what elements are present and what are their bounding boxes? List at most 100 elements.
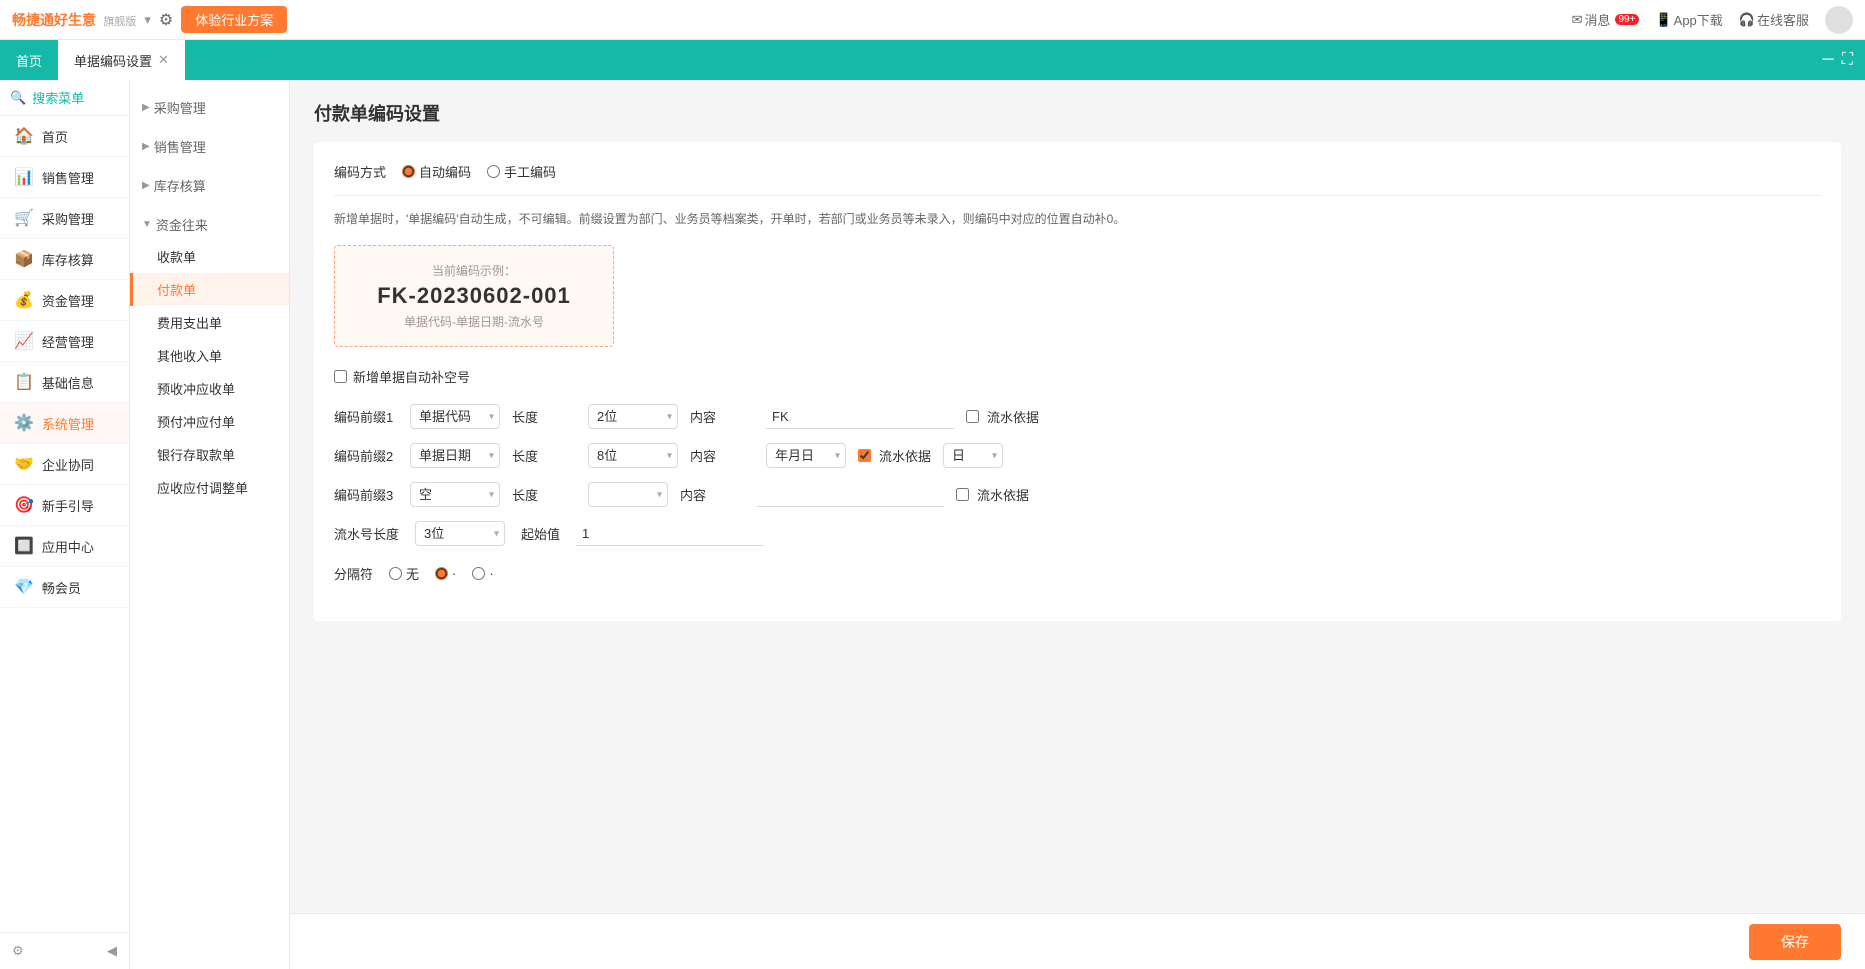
code-preview-label: 当前编码示例：: [359, 262, 589, 279]
sidebar-item-member[interactable]: 💎 畅会员: [0, 567, 129, 608]
sidebar-item-sales[interactable]: 📊 销售管理: [0, 157, 129, 198]
sidebar: 🔍 搜索菜单 🏠 首页 📊 销售管理 🛒 采购管理 📦 库存核算 💰 资金管理 …: [0, 80, 130, 969]
subnav-group-inventory: ▶ 库存核算: [130, 166, 289, 205]
sidebar-settings-icon[interactable]: ⚙: [12, 943, 24, 959]
chevron-right-icon: ▶: [142, 102, 150, 113]
prefix1-content-input[interactable]: [766, 405, 954, 429]
subnav-item-bank[interactable]: 银行存取款单: [130, 438, 289, 471]
info-text: 新增单据时，'单据编码'自动生成，不可编辑。前缀设置为部门、业务员等档案类，开单…: [334, 210, 1821, 229]
serial-length-select[interactable]: 3位: [415, 521, 505, 546]
subnav-item-payment[interactable]: 付款单: [130, 273, 289, 306]
subnav-item-other-income[interactable]: 其他收入单: [130, 339, 289, 372]
code-preview-box: 当前编码示例： FK-20230602-001 单据代码-单据日期-流水号: [334, 245, 614, 347]
prefix3-content-input[interactable]: [756, 483, 944, 507]
sidebar-item-finance[interactable]: 💰 资金管理: [0, 280, 129, 321]
online-service-link[interactable]: 🎧 在线客服: [1739, 10, 1809, 29]
prefix3-select-wrapper: 空: [410, 482, 500, 507]
prefix2-select[interactable]: 单据日期: [410, 443, 500, 468]
top-bar: 畅捷通好生意 旗舰版 ▾ ⚙ 体验行业方案 ✉ 消息 99+ 📱 App下载 🎧…: [0, 0, 1865, 40]
home-icon: 🏠: [14, 126, 34, 146]
sidebar-item-operations[interactable]: 📈 经营管理: [0, 321, 129, 362]
prefix2-content-label: 内容: [690, 446, 754, 465]
chevron-right-icon: ▶: [142, 141, 150, 152]
page-title: 付款单编码设置: [314, 100, 1841, 126]
sidebar-collapse-icon[interactable]: ◀: [107, 943, 117, 959]
sidebar-item-apps[interactable]: 🔲 应用中心: [0, 526, 129, 567]
sidebar-item-system[interactable]: ⚙️ 系统管理: [0, 403, 129, 444]
prefix-row-3: 编码前缀3 空 长度 内容: [334, 482, 1821, 507]
auto-fill-checkbox[interactable]: [334, 370, 347, 383]
subnav-group-sales: ▶ 销售管理: [130, 127, 289, 166]
prefix3-length-wrapper: [588, 482, 668, 507]
manual-encode-radio[interactable]: [487, 165, 500, 178]
user-avatar[interactable]: [1825, 6, 1853, 34]
serial-length-label: 流水号长度: [334, 524, 399, 543]
tab-minimize-icon[interactable]: ─: [1822, 51, 1833, 69]
prefix2-waterflow-checkbox[interactable]: [858, 449, 871, 462]
explore-industry-button[interactable]: 体验行业方案: [181, 6, 287, 33]
tab-home[interactable]: 首页: [0, 40, 58, 80]
separator-none-radio[interactable]: [389, 567, 402, 580]
subnav-item-receipt[interactable]: 收款单: [130, 240, 289, 273]
separator-dot-radio[interactable]: [435, 567, 448, 580]
separator-none-option[interactable]: 无: [389, 564, 419, 583]
prefix1-select[interactable]: 单据代码: [410, 404, 500, 429]
subnav-item-prepaid-receivable[interactable]: 预收冲应收单: [130, 372, 289, 405]
prefix3-waterflow-option[interactable]: 流水依据: [956, 485, 1029, 504]
app-download-link[interactable]: 📱 App下载: [1655, 10, 1722, 29]
separator-dot-option[interactable]: ·: [435, 566, 456, 581]
prefix2-content-select[interactable]: 年月日: [766, 443, 846, 468]
prefix3-waterflow-checkbox[interactable]: [956, 488, 969, 501]
nav-dropdown-arrow[interactable]: ▾: [144, 12, 151, 28]
subnav-group-sales-title[interactable]: ▶ 销售管理: [130, 131, 289, 162]
sidebar-item-enterprise[interactable]: 🤝 企业协同: [0, 444, 129, 485]
message-icon: ✉: [1572, 12, 1583, 28]
auto-encode-radio[interactable]: [402, 165, 415, 178]
subnav-item-prepay-payable[interactable]: 预付冲应付单: [130, 405, 289, 438]
sidebar-item-basic[interactable]: 📋 基础信息: [0, 362, 129, 403]
subnav-group-finance-title[interactable]: ▼ 资金往来: [130, 209, 289, 240]
manual-encode-option[interactable]: 手工编码: [487, 162, 556, 181]
headset-icon: 🎧: [1739, 12, 1755, 28]
encoding-method-label: 编码方式: [334, 162, 386, 181]
subnav-group-inventory-title[interactable]: ▶ 库存核算: [130, 170, 289, 201]
separator-dash-radio[interactable]: [472, 567, 485, 580]
prefix1-length-select[interactable]: 2位: [588, 404, 678, 429]
prefix1-select-wrapper: 单据代码: [410, 404, 500, 429]
sidebar-item-inventory[interactable]: 📦 库存核算: [0, 239, 129, 280]
prefix2-granularity-select[interactable]: 日: [943, 443, 1003, 468]
sidebar-item-purchase[interactable]: 🛒 采购管理: [0, 198, 129, 239]
settings-icon[interactable]: ⚙: [159, 10, 173, 30]
subnav-item-adjustment[interactable]: 应收应付调整单: [130, 471, 289, 504]
prefix2-label: 编码前缀2: [334, 446, 398, 465]
prefix1-length-label: 长度: [512, 407, 576, 426]
tab-expand-icon[interactable]: ⛶: [1842, 51, 1853, 69]
sidebar-item-home[interactable]: 🏠 首页: [0, 116, 129, 157]
subnav-item-expense[interactable]: 费用支出单: [130, 306, 289, 339]
separator-dash-option[interactable]: ·: [472, 566, 493, 581]
main-layout: 🔍 搜索菜单 🏠 首页 📊 销售管理 🛒 采购管理 📦 库存核算 💰 资金管理 …: [0, 80, 1865, 969]
content-area: 付款单编码设置 编码方式 自动编码 手工编码 新增单据时，'单据编码'自动生成，…: [290, 80, 1865, 913]
subnav-group-purchase-title[interactable]: ▶ 采购管理: [130, 92, 289, 123]
prefix2-waterflow-option[interactable]: 流水依据: [858, 446, 931, 465]
prefix3-select[interactable]: 空: [410, 482, 500, 507]
prefix2-length-select[interactable]: 8位: [588, 443, 678, 468]
message-link[interactable]: ✉ 消息 99+: [1572, 10, 1640, 29]
prefix1-waterflow-checkbox[interactable]: [966, 410, 979, 423]
prefix-row-1: 编码前缀1 单据代码 长度 2位 内容: [334, 404, 1821, 429]
tab-bar: 首页 单据编码设置 ✕ ─ ⛶: [0, 40, 1865, 80]
prefix3-length-select[interactable]: [588, 482, 668, 507]
save-button[interactable]: 保存: [1749, 924, 1841, 960]
subnav-group-purchase: ▶ 采购管理: [130, 88, 289, 127]
auto-encode-option[interactable]: 自动编码: [402, 162, 471, 181]
chevron-down-icon: ▼: [142, 219, 152, 230]
tab-close-icon[interactable]: ✕: [158, 52, 169, 68]
tab-document-code-settings[interactable]: 单据编码设置 ✕: [58, 40, 185, 80]
sidebar-search[interactable]: 🔍 搜索菜单: [0, 80, 129, 116]
purchase-icon: 🛒: [14, 208, 34, 228]
sidebar-item-guide[interactable]: 🎯 新手引导: [0, 485, 129, 526]
prefix1-waterflow-option[interactable]: 流水依据: [966, 407, 1039, 426]
prefix3-label: 编码前缀3: [334, 485, 398, 504]
start-value-input[interactable]: [576, 522, 764, 546]
top-bar-left: 畅捷通好生意 旗舰版 ▾ ⚙ 体验行业方案: [12, 6, 287, 33]
